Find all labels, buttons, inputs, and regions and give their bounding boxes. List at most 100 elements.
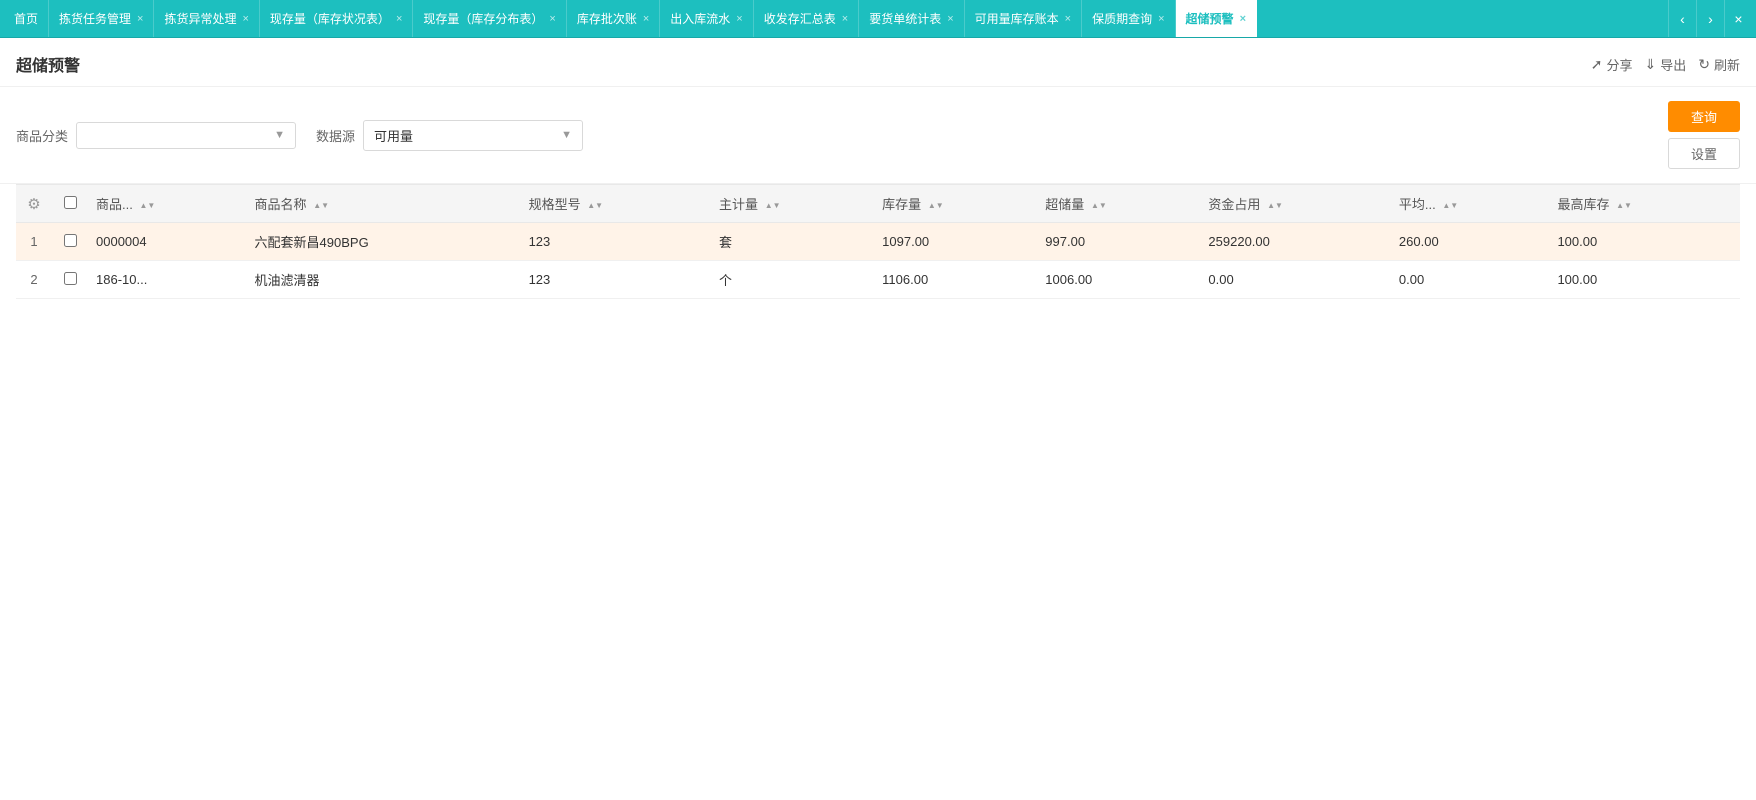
table-row: 1 0000004 六配套新昌490BPG 123 套 1097.00 997.…	[16, 223, 1740, 261]
row-checkbox-0[interactable]	[64, 234, 77, 247]
share-icon: ➚	[1591, 56, 1603, 73]
share-button[interactable]: ➚ 分享	[1591, 55, 1633, 74]
filter-category: 商品分类 ▼	[16, 122, 296, 149]
filter-buttons: 查询 设置	[1668, 101, 1740, 169]
top-nav: 首页 拣货任务管理 × 拣货异常处理 × 现存量（库存状况表） × 现存量（库存…	[0, 0, 1756, 38]
th-spec[interactable]: 规格型号 ▲▼	[521, 185, 711, 223]
th-product-code[interactable]: 商品... ▲▼	[88, 185, 247, 223]
sort-icon-spec: ▲▼	[587, 202, 603, 210]
data-table: ⚙ 商品... ▲▼ 商品名称 ▲▼ 规格型号 ▲▼	[16, 184, 1740, 299]
export-icon: ⇓	[1645, 56, 1657, 73]
nav-next-button[interactable]: ›	[1696, 0, 1724, 38]
row-checkbox-cell-0	[52, 223, 88, 261]
filter-datasource: 数据源 可用量 ▼	[316, 120, 583, 151]
export-button[interactable]: ⇓ 导出	[1645, 55, 1687, 74]
th-unit[interactable]: 主计量 ▲▼	[711, 185, 874, 223]
datasource-select[interactable]: 可用量 ▼	[363, 120, 583, 151]
page-container: 超储预警 ➚ 分享 ⇓ 导出 ↻ 刷新 商品分类 ▼ 数据源	[0, 38, 1756, 800]
row-unit-1: 个	[711, 261, 874, 299]
checkbox-column-header	[52, 185, 88, 223]
select-all-checkbox[interactable]	[64, 196, 77, 209]
gear-icon[interactable]: ⚙	[27, 195, 40, 213]
close-tab-abnormal[interactable]: ×	[242, 13, 248, 25]
row-max-stock-0: 100.00	[1549, 223, 1740, 261]
nav-close-button[interactable]: ×	[1724, 0, 1752, 38]
datasource-label: 数据源	[316, 126, 355, 145]
page-title: 超储预警	[16, 52, 80, 76]
row-product-code-0: 0000004	[88, 223, 247, 261]
close-tab-expiry[interactable]: ×	[1158, 13, 1164, 25]
refresh-icon: ↻	[1698, 56, 1710, 73]
sort-icon-avg: ▲▼	[1442, 202, 1458, 210]
nav-tab-overstock[interactable]: 超储预警 ×	[1176, 0, 1257, 38]
close-tab-summary[interactable]: ×	[842, 13, 848, 25]
row-avg-0: 260.00	[1391, 223, 1550, 261]
nav-tab-available[interactable]: 可用量库存账本 ×	[965, 0, 1082, 38]
row-index-0: 1	[16, 223, 52, 261]
table-header-row: ⚙ 商品... ▲▼ 商品名称 ▲▼ 规格型号 ▲▼	[16, 185, 1740, 223]
row-capital-1: 0.00	[1200, 261, 1390, 299]
th-capital[interactable]: 资金占用 ▲▼	[1200, 185, 1390, 223]
nav-tab-home[interactable]: 首页	[4, 0, 49, 38]
th-product-name[interactable]: 商品名称 ▲▼	[247, 185, 521, 223]
row-product-name-0: 六配套新昌490BPG	[247, 223, 521, 261]
row-spec-1: 123	[521, 261, 711, 299]
th-avg[interactable]: 平均... ▲▼	[1391, 185, 1550, 223]
nav-tab-stock-dist[interactable]: 现存量（库存分布表） ×	[413, 0, 566, 38]
close-tab-stock-dist[interactable]: ×	[549, 13, 555, 25]
close-tab-flow[interactable]: ×	[736, 13, 742, 25]
sort-icon-unit: ▲▼	[765, 202, 781, 210]
settings-button[interactable]: 设置	[1668, 138, 1740, 169]
row-avg-1: 0.00	[1391, 261, 1550, 299]
nav-tab-batch[interactable]: 库存批次账 ×	[567, 0, 660, 38]
row-checkbox-1[interactable]	[64, 272, 77, 285]
row-max-stock-1: 100.00	[1549, 261, 1740, 299]
datasource-chevron-icon: ▼	[561, 129, 572, 141]
category-chevron-icon: ▼	[274, 129, 285, 141]
close-tab-batch[interactable]: ×	[643, 13, 649, 25]
th-max-stock[interactable]: 最高库存 ▲▼	[1549, 185, 1740, 223]
row-product-name-1: 机油滤清器	[247, 261, 521, 299]
nav-arrows: ‹ › ×	[1668, 0, 1752, 38]
header-actions: ➚ 分享 ⇓ 导出 ↻ 刷新	[1591, 55, 1740, 74]
nav-tab-abnormal[interactable]: 拣货异常处理 ×	[154, 0, 259, 38]
th-stock[interactable]: 库存量 ▲▼	[874, 185, 1037, 223]
row-overstock-1: 1006.00	[1037, 261, 1200, 299]
row-capital-0: 259220.00	[1200, 223, 1390, 261]
nav-tab-requisition[interactable]: 要货单统计表 ×	[859, 0, 964, 38]
sort-icon-product-code: ▲▼	[139, 202, 155, 210]
nav-tab-summary[interactable]: 收发存汇总表 ×	[754, 0, 859, 38]
close-tab-task[interactable]: ×	[137, 13, 143, 25]
category-value	[87, 128, 91, 143]
datasource-value: 可用量	[374, 126, 413, 145]
table-container: ⚙ 商品... ▲▼ 商品名称 ▲▼ 规格型号 ▲▼	[0, 184, 1756, 299]
nav-tab-task[interactable]: 拣货任务管理 ×	[49, 0, 154, 38]
sort-icon-stock: ▲▼	[928, 202, 944, 210]
row-index-1: 2	[16, 261, 52, 299]
close-tab-stock-status[interactable]: ×	[396, 13, 402, 25]
row-spec-0: 123	[521, 223, 711, 261]
row-stock-1: 1106.00	[874, 261, 1037, 299]
sort-icon-capital: ▲▼	[1267, 202, 1283, 210]
page-header: 超储预警 ➚ 分享 ⇓ 导出 ↻ 刷新	[0, 38, 1756, 87]
category-select[interactable]: ▼	[76, 122, 296, 149]
query-button[interactable]: 查询	[1668, 101, 1740, 132]
sort-icon-max-stock: ▲▼	[1616, 202, 1632, 210]
gear-column-header: ⚙	[16, 185, 52, 223]
nav-tab-stock-status[interactable]: 现存量（库存状况表） ×	[260, 0, 413, 38]
row-checkbox-cell-1	[52, 261, 88, 299]
filter-bar: 商品分类 ▼ 数据源 可用量 ▼ 查询 设置	[0, 87, 1756, 184]
sort-icon-product-name: ▲▼	[313, 202, 329, 210]
close-tab-requisition[interactable]: ×	[947, 13, 953, 25]
row-stock-0: 1097.00	[874, 223, 1037, 261]
row-overstock-0: 997.00	[1037, 223, 1200, 261]
category-label: 商品分类	[16, 126, 68, 145]
nav-tab-expiry[interactable]: 保质期查询 ×	[1082, 0, 1175, 38]
refresh-button[interactable]: ↻ 刷新	[1698, 55, 1740, 74]
close-tab-available[interactable]: ×	[1065, 13, 1071, 25]
row-unit-0: 套	[711, 223, 874, 261]
th-overstock[interactable]: 超储量 ▲▼	[1037, 185, 1200, 223]
close-tab-overstock[interactable]: ×	[1240, 13, 1246, 25]
nav-prev-button[interactable]: ‹	[1668, 0, 1696, 38]
nav-tab-flow[interactable]: 出入库流水 ×	[660, 0, 753, 38]
